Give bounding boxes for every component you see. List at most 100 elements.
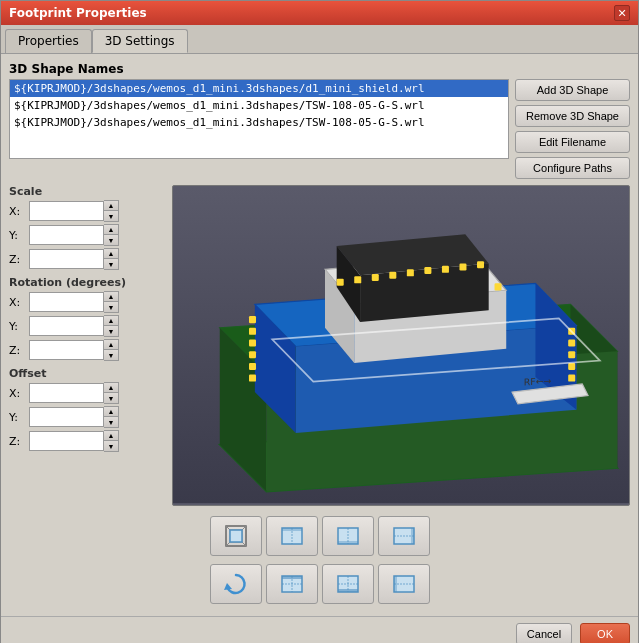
scale-z-input[interactable]: 0.3937 <box>29 249 104 269</box>
svg-rect-16 <box>249 316 256 323</box>
rotation-label: Rotation (degrees) <box>9 276 164 289</box>
left-panel: Scale X: 0.3937 ▲ ▼ Y: <box>9 185 164 506</box>
front-view-button[interactable] <box>266 516 318 556</box>
rotation-z-row: Z: 90.00 ▲ ▼ <box>9 339 164 361</box>
offset-y-up[interactable]: ▲ <box>104 407 118 417</box>
toolbar-area <box>9 512 630 608</box>
rotation-y-row: Y: 180.00 ▲ ▼ <box>9 315 164 337</box>
svg-rect-31 <box>495 283 502 290</box>
3d-viewport[interactable]: RF←→ <box>172 185 630 506</box>
scale-group: Scale X: 0.3937 ▲ ▼ Y: <box>9 185 164 270</box>
svg-rect-20 <box>249 363 256 370</box>
offset-z-spinner: 5.1000 ▲ ▼ <box>29 430 119 452</box>
rotation-x-row: X: 0.00 ▲ ▼ <box>9 291 164 313</box>
offset-z-label: Z: <box>9 435 25 448</box>
svg-rect-21 <box>249 375 256 382</box>
refresh-icon <box>222 570 250 598</box>
scale-z-down[interactable]: ▼ <box>104 259 118 269</box>
shape-list-item[interactable]: ${KIPRJMOD}/3dshapes/wemos_d1_mini.3dsha… <box>10 80 508 97</box>
offset-y-down[interactable]: ▼ <box>104 417 118 427</box>
scale-y-row: Y: 0.3937 ▲ ▼ <box>9 224 164 246</box>
rotation-z-up[interactable]: ▲ <box>104 340 118 350</box>
edit-filename-button[interactable]: Edit Filename <box>515 131 630 153</box>
perspective-view-button[interactable] <box>210 516 262 556</box>
remove-3d-shape-button[interactable]: Remove 3D Shape <box>515 105 630 127</box>
cancel-button[interactable]: Cancel <box>516 623 572 643</box>
svg-text:RF←→: RF←→ <box>524 375 552 387</box>
svg-rect-35 <box>568 363 575 370</box>
left-view-icon <box>390 570 418 598</box>
tab-3d-settings[interactable]: 3D Settings <box>92 29 188 53</box>
perspective-view-icon <box>222 522 250 550</box>
close-button[interactable]: ✕ <box>614 5 630 21</box>
rotation-z-down[interactable]: ▼ <box>104 350 118 360</box>
scale-y-down[interactable]: ▼ <box>104 235 118 245</box>
offset-z-input[interactable]: 5.1000 <box>29 431 104 451</box>
scale-x-label: X: <box>9 205 25 218</box>
rotation-x-down[interactable]: ▼ <box>104 302 118 312</box>
rotation-y-down[interactable]: ▼ <box>104 326 118 336</box>
svg-rect-36 <box>568 375 575 382</box>
left-view-button[interactable] <box>378 564 430 604</box>
offset-x-up[interactable]: ▲ <box>104 383 118 393</box>
svg-rect-24 <box>372 274 379 281</box>
top-view-button[interactable] <box>266 564 318 604</box>
main-area: Scale X: 0.3937 ▲ ▼ Y: <box>9 185 630 506</box>
offset-x-down[interactable]: ▼ <box>104 393 118 403</box>
svg-rect-22 <box>337 279 344 286</box>
scale-z-up[interactable]: ▲ <box>104 249 118 259</box>
rotation-y-input[interactable]: 180.00 <box>29 316 104 336</box>
offset-z-down[interactable]: ▼ <box>104 441 118 451</box>
right-view-icon <box>390 522 418 550</box>
scale-y-up[interactable]: ▲ <box>104 225 118 235</box>
offset-z-row: Z: 5.1000 ▲ ▼ <box>9 430 164 452</box>
svg-rect-23 <box>354 276 361 283</box>
main-content: 3D Shape Names ${KIPRJMOD}/3dshapes/wemo… <box>1 54 638 616</box>
rotation-x-label: X: <box>9 296 25 309</box>
scale-y-label: Y: <box>9 229 25 242</box>
ok-button[interactable]: OK <box>580 623 630 643</box>
svg-rect-27 <box>424 267 431 274</box>
refresh-button[interactable] <box>210 564 262 604</box>
shape-list[interactable]: ${KIPRJMOD}/3dshapes/wemos_d1_mini.3dsha… <box>9 79 509 159</box>
rotation-y-spinner: 180.00 ▲ ▼ <box>29 315 119 337</box>
svg-rect-18 <box>249 339 256 346</box>
offset-x-input[interactable]: -17.9000 <box>29 383 104 403</box>
svg-rect-33 <box>568 339 575 346</box>
shape-list-item[interactable]: ${KIPRJMOD}/3dshapes/wemos_d1_mini.3dsha… <box>10 114 508 131</box>
toolbar-row-2 <box>9 560 630 608</box>
svg-rect-30 <box>477 261 484 268</box>
title-bar: Footprint Properties ✕ <box>1 1 638 25</box>
offset-label: Offset <box>9 367 164 380</box>
scale-y-input[interactable]: 0.3937 <box>29 225 104 245</box>
front-view-icon <box>278 522 306 550</box>
offset-x-label: X: <box>9 387 25 400</box>
shape-buttons: Add 3D Shape Remove 3D Shape Edit Filena… <box>515 79 630 179</box>
shape-list-item[interactable]: ${KIPRJMOD}/3dshapes/wemos_d1_mini.3dsha… <box>10 97 508 114</box>
add-3d-shape-button[interactable]: Add 3D Shape <box>515 79 630 101</box>
svg-rect-29 <box>459 263 466 270</box>
rotation-y-up[interactable]: ▲ <box>104 316 118 326</box>
scale-z-spinner: 0.3937 ▲ ▼ <box>29 248 119 270</box>
rotation-z-label: Z: <box>9 344 25 357</box>
right-view-button[interactable] <box>378 516 430 556</box>
rotation-x-input[interactable]: 0.00 <box>29 292 104 312</box>
rotation-z-input[interactable]: 90.00 <box>29 340 104 360</box>
rotation-x-up[interactable]: ▲ <box>104 292 118 302</box>
offset-z-up[interactable]: ▲ <box>104 431 118 441</box>
scale-x-down[interactable]: ▼ <box>104 211 118 221</box>
scale-z-label: Z: <box>9 253 25 266</box>
dialog-footer: Cancel OK <box>1 616 638 643</box>
offset-y-input[interactable]: -12.8000 <box>29 407 104 427</box>
scale-x-input[interactable]: 0.3937 <box>29 201 104 221</box>
scale-x-row: X: 0.3937 ▲ ▼ <box>9 200 164 222</box>
rotation-y-label: Y: <box>9 320 25 333</box>
tab-properties[interactable]: Properties <box>5 29 92 53</box>
scale-x-up[interactable]: ▲ <box>104 201 118 211</box>
back-view-button[interactable] <box>322 516 374 556</box>
bottom-view-button[interactable] <box>322 564 374 604</box>
offset-y-spinner: -12.8000 ▲ ▼ <box>29 406 119 428</box>
offset-x-row: X: -17.9000 ▲ ▼ <box>9 382 164 404</box>
configure-paths-button[interactable]: Configure Paths <box>515 157 630 179</box>
rotation-x-spinner: 0.00 ▲ ▼ <box>29 291 119 313</box>
